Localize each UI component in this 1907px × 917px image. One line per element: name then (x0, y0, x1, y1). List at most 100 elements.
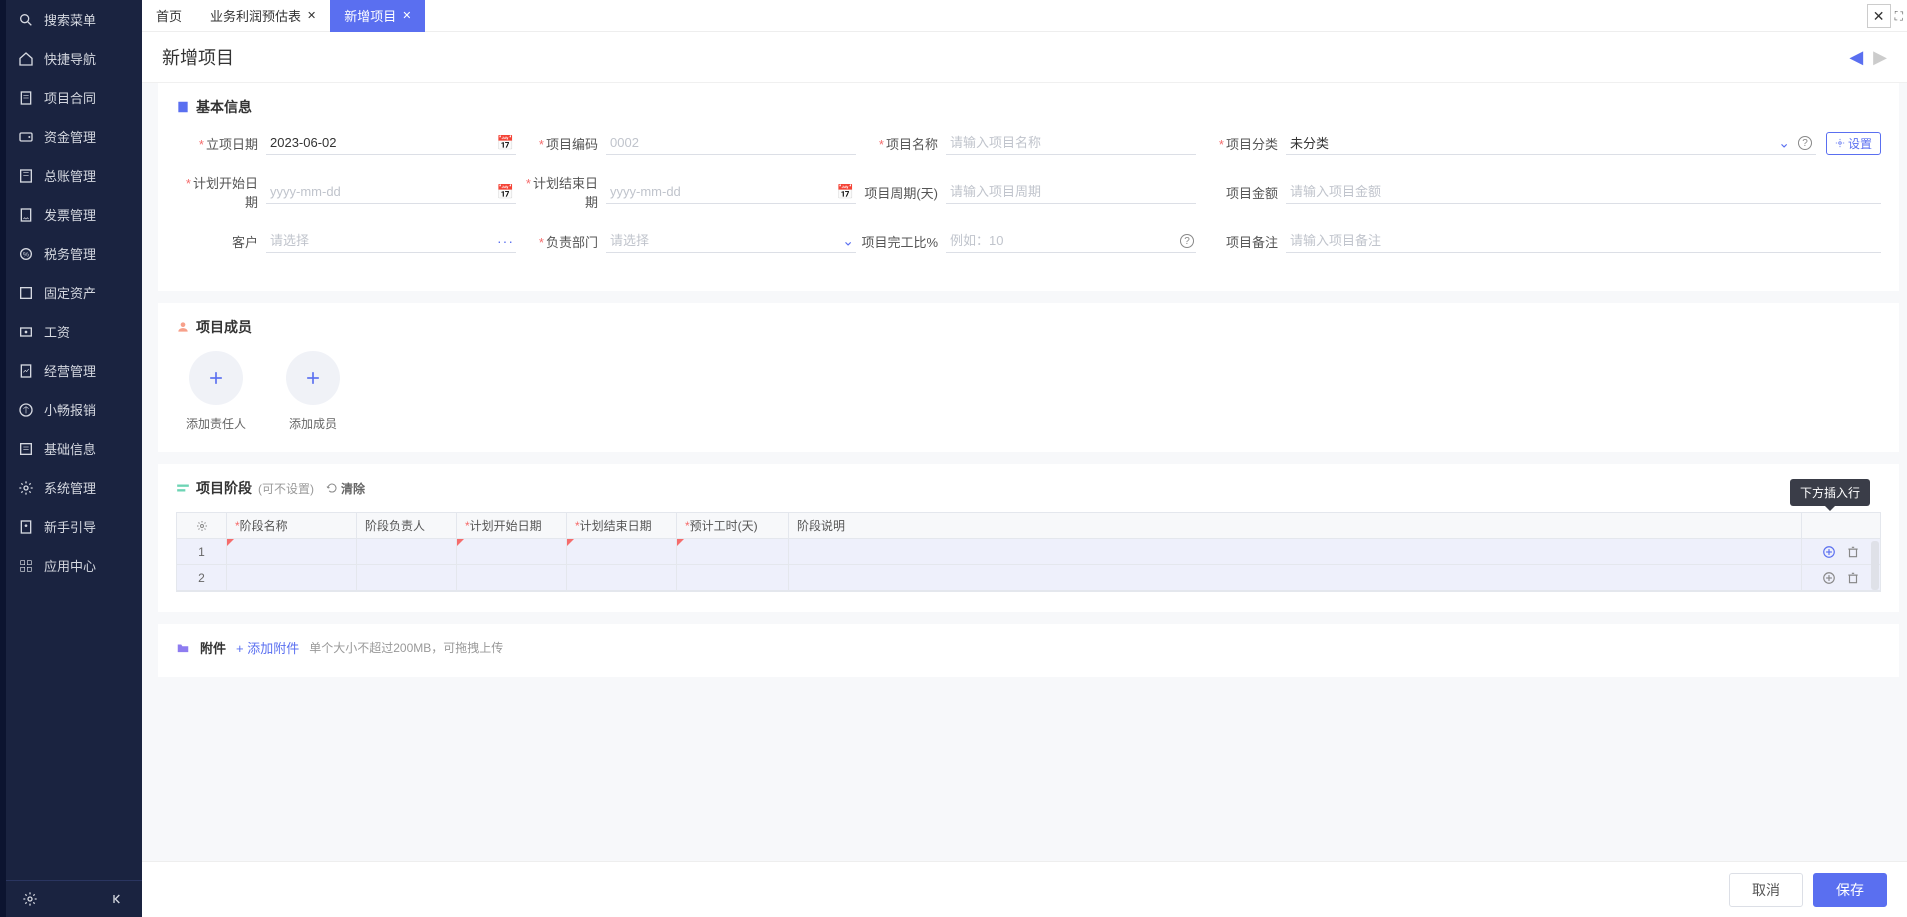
sidebar-search[interactable]: 搜索菜单 (6, 0, 142, 39)
cell-name[interactable] (227, 565, 357, 590)
search-icon (18, 12, 34, 28)
cell-owner[interactable] (357, 565, 457, 590)
tabs: 首页 业务利润预估表✕ 新增项目✕ ✕ ⛶ (142, 0, 1907, 32)
cell-owner[interactable] (357, 539, 457, 564)
save-button[interactable]: 保存 (1813, 873, 1887, 907)
col-edate: 计划结束日期 (580, 517, 652, 534)
form-icon (176, 100, 190, 114)
input-class[interactable] (1286, 131, 1816, 155)
sidebar-item-tax[interactable]: %税务管理 (6, 234, 142, 273)
sidebar-item-basic[interactable]: 基础信息 (6, 429, 142, 468)
cell-edate[interactable] (567, 539, 677, 564)
cell-edate[interactable] (567, 565, 677, 590)
cell-sdate[interactable] (457, 565, 567, 590)
table-row[interactable]: 2 (177, 565, 1880, 591)
tabs-close-all[interactable]: ✕ (1867, 4, 1891, 28)
apps-icon (18, 558, 34, 574)
doc-icon (18, 90, 34, 106)
members-card: 项目成员 添加责任人 添加成员 (158, 303, 1899, 452)
sidebar-item-invoice[interactable]: 发票管理 (6, 195, 142, 234)
tab-profit[interactable]: 业务利润预估表✕ (196, 0, 330, 32)
delete-row-icon[interactable] (1846, 545, 1860, 559)
add-owner-button[interactable] (189, 351, 243, 405)
calendar-icon[interactable]: 📅 (497, 135, 514, 152)
input-pstart[interactable] (266, 180, 516, 204)
label-pend: 计划结束日期 (516, 173, 606, 211)
sidebar-item-contract[interactable]: 项目合同 (6, 78, 142, 117)
close-icon[interactable]: ✕ (307, 9, 316, 22)
sidebar-item-ops[interactable]: 经营管理 (6, 351, 142, 390)
input-pend[interactable] (606, 180, 856, 204)
input-name[interactable] (946, 131, 1196, 155)
gear-icon (18, 480, 34, 496)
asset-icon (18, 285, 34, 301)
cell-desc[interactable] (789, 565, 1802, 590)
footer: 取消 保存 (142, 861, 1907, 917)
label-pstart: 计划开始日期 (176, 173, 266, 211)
add-member-button[interactable] (286, 351, 340, 405)
input-customer[interactable] (266, 229, 516, 253)
delete-row-icon[interactable] (1846, 571, 1860, 585)
more-icon[interactable]: ··· (497, 233, 514, 249)
sidebar-item-ledger[interactable]: 总账管理 (6, 156, 142, 195)
col-sdate: 计划开始日期 (470, 517, 542, 534)
settings-button[interactable]: 设置 (1826, 132, 1881, 155)
input-amount[interactable] (1286, 180, 1881, 204)
add-member-label: 添加成员 (289, 415, 337, 432)
cell-hours[interactable] (677, 539, 789, 564)
page-title: 新增项目 (162, 44, 234, 70)
insert-row-icon[interactable] (1822, 545, 1836, 559)
fullscreen-icon[interactable]: ⛶ (1895, 9, 1903, 24)
sidebar-item-assets[interactable]: 固定资产 (6, 273, 142, 312)
main: 首页 业务利润预估表✕ 新增项目✕ ✕ ⛶ 新增项目 ◀ ▶ 基本信息 (142, 0, 1907, 917)
tab-label: 首页 (156, 6, 182, 25)
close-icon[interactable]: ✕ (402, 9, 411, 22)
sidebar-item-guide[interactable]: 新手引导 (6, 507, 142, 546)
section-title: 基本信息 (196, 97, 252, 117)
scrollbar[interactable] (1871, 541, 1879, 590)
add-attachment-button[interactable]: + 添加附件 (236, 638, 299, 657)
insert-row-icon[interactable] (1822, 571, 1836, 585)
chart-icon (18, 363, 34, 379)
input-dept[interactable] (606, 229, 856, 253)
sidebar-item-label: 小畅报销 (44, 400, 96, 419)
chevron-down-icon[interactable]: ⌄ (1778, 135, 1790, 152)
stage-table: 下方插入行 *阶段名称 阶段负责人 *计划开始日期 *计划结束日期 *预计工时(… (176, 512, 1881, 592)
cell-hours[interactable] (677, 565, 789, 590)
sidebar-item-quicknav[interactable]: 快捷导航 (6, 39, 142, 78)
sidebar-item-funds[interactable]: 资金管理 (6, 117, 142, 156)
cell-name[interactable] (227, 539, 357, 564)
table-row[interactable]: 1 (177, 539, 1880, 565)
chevron-down-icon[interactable]: ⌄ (842, 233, 854, 250)
cell-sdate[interactable] (457, 539, 567, 564)
sidebar-item-system[interactable]: 系统管理 (6, 468, 142, 507)
cell-desc[interactable] (789, 539, 1802, 564)
input-remark[interactable] (1286, 229, 1881, 253)
sidebar-item-label: 工资 (44, 322, 70, 341)
help-icon[interactable]: ? (1180, 234, 1194, 248)
row-index: 1 (177, 539, 227, 564)
collapse-icon[interactable] (110, 891, 126, 907)
tab-newproject[interactable]: 新增项目✕ (330, 0, 425, 32)
help-icon[interactable]: ? (1798, 136, 1812, 150)
input-date[interactable] (266, 131, 516, 155)
sidebar-item-expense[interactable]: 小畅报销 (6, 390, 142, 429)
input-completion[interactable] (946, 229, 1196, 253)
sidebar-item-label: 经营管理 (44, 361, 96, 380)
input-code[interactable] (606, 131, 856, 155)
sidebar-item-label: 资金管理 (44, 127, 96, 146)
calendar-icon[interactable]: 📅 (837, 184, 854, 201)
settings-icon[interactable] (22, 891, 38, 907)
clear-button[interactable]: 清除 (326, 480, 365, 497)
pager-prev-icon[interactable]: ◀ (1849, 47, 1863, 68)
sidebar-item-salary[interactable]: 工资 (6, 312, 142, 351)
label-date: 立项日期 (176, 134, 266, 153)
gear-icon[interactable] (196, 520, 208, 532)
sidebar-item-apps[interactable]: 应用中心 (6, 546, 142, 585)
input-cycle[interactable] (946, 180, 1196, 204)
cancel-button[interactable]: 取消 (1729, 873, 1803, 907)
calendar-icon[interactable]: 📅 (497, 184, 514, 201)
pager-next-icon[interactable]: ▶ (1873, 47, 1887, 68)
label-amount: 项目金额 (1196, 183, 1286, 202)
tab-home[interactable]: 首页 (142, 0, 196, 32)
